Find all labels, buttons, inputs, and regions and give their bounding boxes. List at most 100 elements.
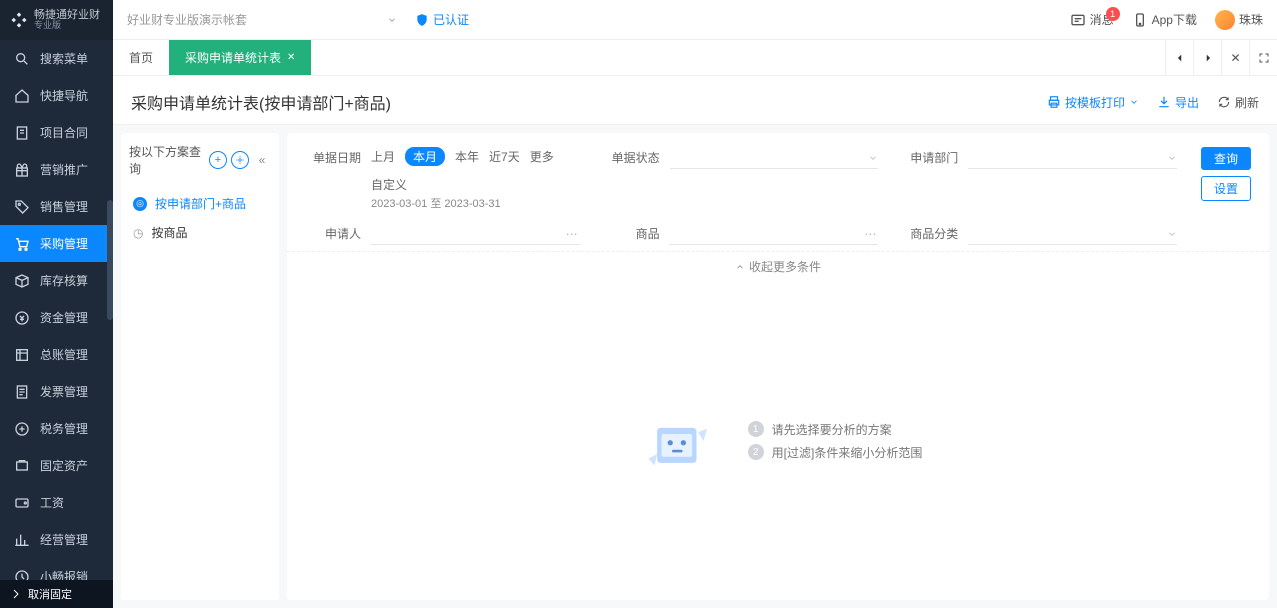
dept-select[interactable] xyxy=(968,147,1177,169)
sidebar-item-assets[interactable]: 固定资产 xyxy=(0,447,113,484)
filter-date: 单据日期 上月 本月 本年 近7天 更多 自定义 2023-03-01 至 20… xyxy=(305,147,580,211)
goods-select[interactable]: ⋯ xyxy=(670,223,879,245)
chevron-down-icon xyxy=(868,153,878,163)
filter-status: 单据状态 xyxy=(604,147,879,169)
sidebar-item-purchase[interactable]: 采购管理 xyxy=(0,225,113,262)
filter-category: 商品分类 xyxy=(902,223,1177,245)
fullscreen-button[interactable] xyxy=(1249,40,1277,75)
expense-icon xyxy=(14,569,30,581)
phone-icon xyxy=(1132,12,1148,28)
chart-icon xyxy=(14,532,30,548)
refresh-button[interactable]: 刷新 xyxy=(1217,94,1259,111)
sidebar-item-invoice[interactable]: 发票管理 xyxy=(0,373,113,410)
sidebar-item-search[interactable]: 搜索菜单 xyxy=(0,40,113,77)
unpin-button[interactable]: 取消固定 xyxy=(0,580,113,608)
expand-icon xyxy=(1258,52,1270,64)
sidebar-item-expense[interactable]: 小畅报销 xyxy=(0,558,113,580)
ledger-icon xyxy=(14,347,30,363)
collapse-filters[interactable]: 收起更多条件 xyxy=(287,251,1269,281)
refresh-icon xyxy=(1217,95,1231,109)
date-opt[interactable]: 本年 xyxy=(455,148,479,165)
target-icon: ◎ xyxy=(133,197,147,211)
scheme-item[interactable]: ◷ 按商品 xyxy=(129,218,271,247)
messages-link[interactable]: 消息 1 xyxy=(1070,11,1114,28)
brand-logo: 畅捷通好业财 专业版 xyxy=(0,0,113,40)
scheme-header: 按以下方案查询 xyxy=(129,143,203,177)
tab-current[interactable]: 采购申请单统计表 ✕ xyxy=(169,40,311,75)
empty-state: 1请先选择要分析的方案 2用[过滤]条件来缩小分析范围 xyxy=(287,281,1269,600)
tab-bar: 首页 采购申请单统计表 ✕ ✕ xyxy=(113,40,1277,76)
sidebar-item-tax[interactable]: 税务管理 xyxy=(0,410,113,447)
wallet-icon xyxy=(14,495,30,511)
scheme-item[interactable]: ◎ 按申请部门+商品 xyxy=(129,189,271,218)
search-icon xyxy=(14,51,30,67)
sidebar-item-project[interactable]: 项目合同 xyxy=(0,114,113,151)
unpin-icon xyxy=(10,588,22,600)
filter-dept: 申请部门 xyxy=(902,147,1177,169)
sidebar-item-ledger[interactable]: 总账管理 xyxy=(0,336,113,373)
date-opt[interactable]: 上月 xyxy=(371,148,395,165)
settings-button[interactable]: 设置 xyxy=(1201,176,1251,201)
tab-next[interactable] xyxy=(1193,40,1221,75)
content: 按以下方案查询 + « ◎ 按申请部门+商品 ◷ 按商品 xyxy=(113,125,1277,608)
sidebar-item-operation[interactable]: 经营管理 xyxy=(0,521,113,558)
more-icon: ⋯ xyxy=(566,227,580,241)
invoice-icon xyxy=(14,384,30,400)
print-button[interactable]: 按模板打印 xyxy=(1047,94,1139,111)
empty-step: 1请先选择要分析的方案 xyxy=(748,421,923,438)
sidebar-item-inventory[interactable]: 库存核算 xyxy=(0,262,113,299)
shield-icon xyxy=(415,13,429,27)
scheme-panel: 按以下方案查询 + « ◎ 按申请部门+商品 ◷ 按商品 xyxy=(121,133,279,600)
export-button[interactable]: 导出 xyxy=(1157,94,1199,111)
download-link[interactable]: App下载 xyxy=(1132,11,1197,28)
filter-goods: 商品 ⋯ xyxy=(604,223,879,245)
date-opt-selected[interactable]: 本月 xyxy=(405,147,445,166)
tag-icon xyxy=(14,199,30,215)
gear-icon xyxy=(235,155,245,165)
more-icon: ⋯ xyxy=(864,227,878,241)
date-opt[interactable]: 近7天 xyxy=(489,148,520,165)
gift-icon xyxy=(14,162,30,178)
export-icon xyxy=(1157,95,1171,109)
tab-close-all[interactable]: ✕ xyxy=(1221,40,1249,75)
status-select[interactable] xyxy=(670,147,879,169)
sidebar-item-quicknav[interactable]: 快捷导航 xyxy=(0,77,113,114)
applicant-select[interactable]: ⋯ xyxy=(371,223,580,245)
add-scheme-button[interactable]: + xyxy=(209,151,227,169)
message-icon xyxy=(1070,12,1086,28)
date-opt[interactable]: 更多 xyxy=(530,148,554,165)
chevron-down-icon xyxy=(1167,229,1177,239)
sidebar-nav: 搜索菜单 快捷导航 项目合同 营销推广 销售管理 采购管理 库存核算 资金管理 … xyxy=(0,40,113,580)
chevron-down-icon xyxy=(387,15,397,25)
sidebar-item-finance[interactable]: 资金管理 xyxy=(0,299,113,336)
sidebar: 畅捷通好业财 专业版 搜索菜单 快捷导航 项目合同 营销推广 销售管理 采购管理… xyxy=(0,0,113,608)
empty-step: 2用[过滤]条件来缩小分析范围 xyxy=(748,444,923,461)
chevron-up-icon xyxy=(735,262,745,272)
tab-prev[interactable] xyxy=(1165,40,1193,75)
main: 好业财专业版演示帐套 已认证 消息 1 App下载 珠珠 xyxy=(113,0,1277,608)
config-scheme-button[interactable] xyxy=(231,151,249,169)
cart-icon xyxy=(14,236,30,252)
tax-icon xyxy=(14,421,30,437)
clock-icon: ◷ xyxy=(133,226,143,240)
sidebar-scrollbar[interactable] xyxy=(107,200,113,320)
coin-icon xyxy=(14,310,30,326)
asset-icon xyxy=(14,458,30,474)
query-button[interactable]: 查询 xyxy=(1201,147,1251,170)
org-selector[interactable]: 好业财专业版演示帐套 xyxy=(127,11,397,28)
sidebar-item-salary[interactable]: 工资 xyxy=(0,484,113,521)
message-badge: 1 xyxy=(1106,7,1120,21)
brand-edition: 专业版 xyxy=(34,21,100,31)
sidebar-item-marketing[interactable]: 营销推广 xyxy=(0,151,113,188)
print-icon xyxy=(1047,95,1061,109)
collapse-panel-button[interactable]: « xyxy=(253,151,271,169)
tab-home[interactable]: 首页 xyxy=(113,40,169,75)
doc-icon xyxy=(14,125,30,141)
user-menu[interactable]: 珠珠 xyxy=(1215,10,1263,30)
chevron-down-icon xyxy=(1129,97,1139,107)
sidebar-item-sales[interactable]: 销售管理 xyxy=(0,188,113,225)
home-icon xyxy=(14,88,30,104)
date-opt[interactable]: 自定义 xyxy=(371,176,407,193)
category-select[interactable] xyxy=(968,223,1177,245)
close-icon[interactable]: ✕ xyxy=(287,52,295,63)
